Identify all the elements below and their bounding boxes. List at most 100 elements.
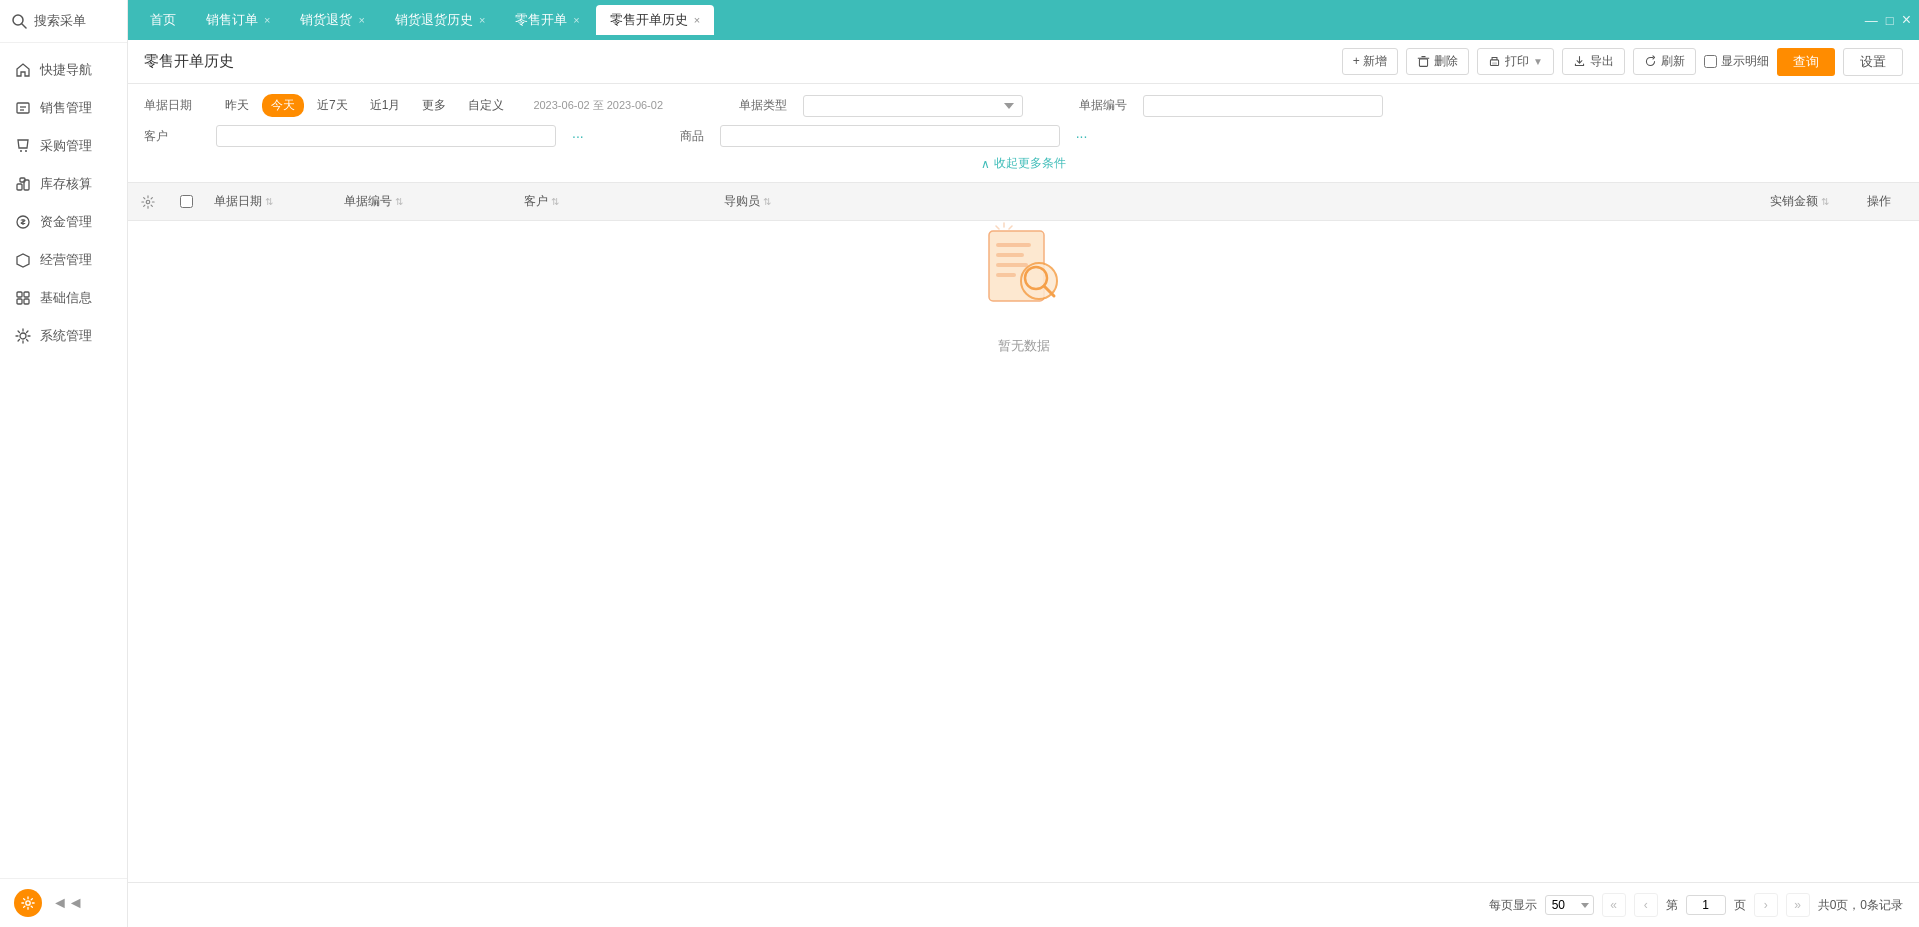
refresh-icon	[1644, 55, 1657, 68]
sidebar-item-label: 系统管理	[40, 327, 92, 345]
sidebar-item-finance[interactable]: 资金管理	[0, 203, 127, 241]
sidebar-item-sys-mgmt[interactable]: 系统管理	[0, 317, 127, 355]
th-guide[interactable]: 导购员 ⇅	[714, 193, 834, 210]
filter-row-1: 单据日期 昨天 今天 近7天 近1月 更多 自定义 2023-06-02 至 2…	[144, 94, 1903, 117]
svg-rect-13	[17, 299, 22, 304]
tab-sales-return-history[interactable]: 销货退货历史 ×	[381, 5, 499, 35]
sidebar-search[interactable]: 搜索采单	[0, 0, 127, 43]
operations-icon	[14, 251, 32, 269]
svg-line-1	[22, 24, 26, 28]
tab-retail-open-history-label: 零售开单历史	[610, 11, 688, 29]
date-label: 单据日期	[144, 97, 200, 114]
content-area: 单据日期 ⇅ 单据编号 ⇅ 客户 ⇅ 导购员 ⇅ 实销金额 ⇅ 操作	[128, 183, 1919, 927]
restore-btn[interactable]: □	[1886, 13, 1894, 28]
svg-rect-7	[17, 184, 22, 190]
sidebar-collapse-icon[interactable]: ◄◄	[52, 894, 84, 912]
doc-number-label: 单据编号	[1079, 97, 1127, 114]
last-page-btn[interactable]: »	[1786, 893, 1810, 917]
custom-btn[interactable]: 自定义	[459, 94, 513, 117]
th-customer[interactable]: 客户 ⇅	[514, 193, 714, 210]
doc-type-select[interactable]	[803, 95, 1023, 117]
settings-footer-icon[interactable]	[14, 889, 42, 917]
svg-point-22	[146, 200, 150, 204]
add-button[interactable]: + 新增	[1342, 48, 1398, 75]
delete-icon	[1417, 55, 1430, 68]
sidebar-item-basic-info[interactable]: 基础信息	[0, 279, 127, 317]
collapse-button[interactable]: ∧ 收起更多条件	[144, 155, 1903, 172]
product-input[interactable]	[720, 125, 1060, 147]
th-date[interactable]: 单据日期 ⇅	[204, 193, 334, 210]
minimize-btn[interactable]: —	[1865, 13, 1878, 28]
export-button[interactable]: 导出	[1562, 48, 1625, 75]
per-page-label: 每页显示	[1489, 897, 1537, 914]
sidebar-item-purchase-mgmt[interactable]: 采购管理	[0, 127, 127, 165]
more-btn[interactable]: 更多	[413, 94, 455, 117]
tab-retail-open-history-close[interactable]: ×	[694, 14, 700, 26]
svg-rect-12	[24, 292, 29, 297]
print-button[interactable]: 打印 ▼	[1477, 48, 1554, 75]
display-detail-checkbox[interactable]: 显示明细	[1704, 53, 1769, 70]
tab-retail-open[interactable]: 零售开单 ×	[501, 5, 593, 35]
th-number[interactable]: 单据编号 ⇅	[334, 193, 514, 210]
last7-btn[interactable]: 近7天	[308, 94, 357, 117]
tab-sales-order-close[interactable]: ×	[264, 14, 270, 26]
today-btn[interactable]: 今天	[262, 94, 304, 117]
close-btn[interactable]: ×	[1902, 11, 1911, 29]
refresh-button[interactable]: 刷新	[1633, 48, 1696, 75]
tab-home[interactable]: 首页	[136, 5, 190, 35]
page-input[interactable]	[1686, 895, 1726, 915]
page-unit: 页	[1734, 897, 1746, 914]
yesterday-btn[interactable]: 昨天	[216, 94, 258, 117]
svg-rect-27	[996, 273, 1016, 277]
delete-button[interactable]: 删除	[1406, 48, 1469, 75]
first-page-btn[interactable]: «	[1602, 893, 1626, 917]
finance-icon	[14, 213, 32, 231]
sidebar-search-label: 搜索采单	[34, 12, 86, 30]
prev-page-btn[interactable]: ‹	[1634, 893, 1658, 917]
display-detail-input[interactable]	[1704, 55, 1717, 68]
pagination: 每页显示 50 10 20 100 « ‹ 第 页 › » 共0页，0条记录	[128, 882, 1919, 927]
number-sort-icon: ⇅	[395, 196, 403, 207]
th-amount[interactable]: 实销金额 ⇅	[1719, 193, 1839, 210]
tab-sales-return[interactable]: 销货退货 ×	[286, 5, 378, 35]
tab-home-label: 首页	[150, 11, 176, 29]
date-shortcuts: 昨天 今天 近7天 近1月 更多 自定义	[216, 94, 513, 117]
customer-input[interactable]	[216, 125, 556, 147]
query-button[interactable]: 查询	[1777, 48, 1835, 76]
total-records: 共0页，0条记录	[1818, 897, 1903, 914]
tab-sales-return-history-close[interactable]: ×	[479, 14, 485, 26]
doc-number-input[interactable]	[1143, 95, 1383, 117]
th-checkbox[interactable]	[168, 195, 204, 208]
print-label: 打印	[1505, 53, 1529, 70]
collapse-label: 收起更多条件	[994, 155, 1066, 172]
per-page-select[interactable]: 50 10 20 100	[1545, 895, 1594, 915]
setting-button[interactable]: 设置	[1843, 48, 1903, 76]
guide-sort-icon: ⇅	[763, 196, 771, 207]
sidebar-item-inventory[interactable]: 库存核算	[0, 165, 127, 203]
page-title: 零售开单历史	[144, 52, 234, 71]
tab-sales-return-close[interactable]: ×	[358, 14, 364, 26]
svg-point-16	[26, 901, 30, 905]
tab-sales-order-label: 销售订单	[206, 11, 258, 29]
th-settings[interactable]	[128, 195, 168, 209]
sidebar: 搜索采单 快捷导航 销售管理	[0, 0, 128, 927]
sidebar-item-operations[interactable]: 经营管理	[0, 241, 127, 279]
export-label: 导出	[1590, 53, 1614, 70]
next-page-btn[interactable]: ›	[1754, 893, 1778, 917]
select-all-checkbox[interactable]	[180, 195, 193, 208]
sidebar-item-quick-nav[interactable]: 快捷导航	[0, 51, 127, 89]
sidebar-item-sales-mgmt[interactable]: 销售管理	[0, 89, 127, 127]
last-month-btn[interactable]: 近1月	[361, 94, 410, 117]
tab-retail-open-history[interactable]: 零售开单历史 ×	[596, 5, 714, 35]
product-dots[interactable]: ···	[1076, 128, 1088, 144]
window-controls: — □ ×	[1865, 11, 1911, 29]
top-nav: 首页 销售订单 × 销货退货 × 销货退货历史 × 零售开单 × 零售开单历史 …	[128, 0, 1919, 40]
customer-sort-icon: ⇅	[551, 196, 559, 207]
export-icon	[1573, 55, 1586, 68]
table-body: 暂无数据	[128, 221, 1919, 882]
tab-sales-order[interactable]: 销售订单 ×	[192, 5, 284, 35]
customer-dots[interactable]: ···	[572, 128, 584, 144]
svg-point-5	[20, 150, 22, 152]
th-number-label: 单据编号	[344, 193, 392, 210]
tab-retail-open-close[interactable]: ×	[573, 14, 579, 26]
